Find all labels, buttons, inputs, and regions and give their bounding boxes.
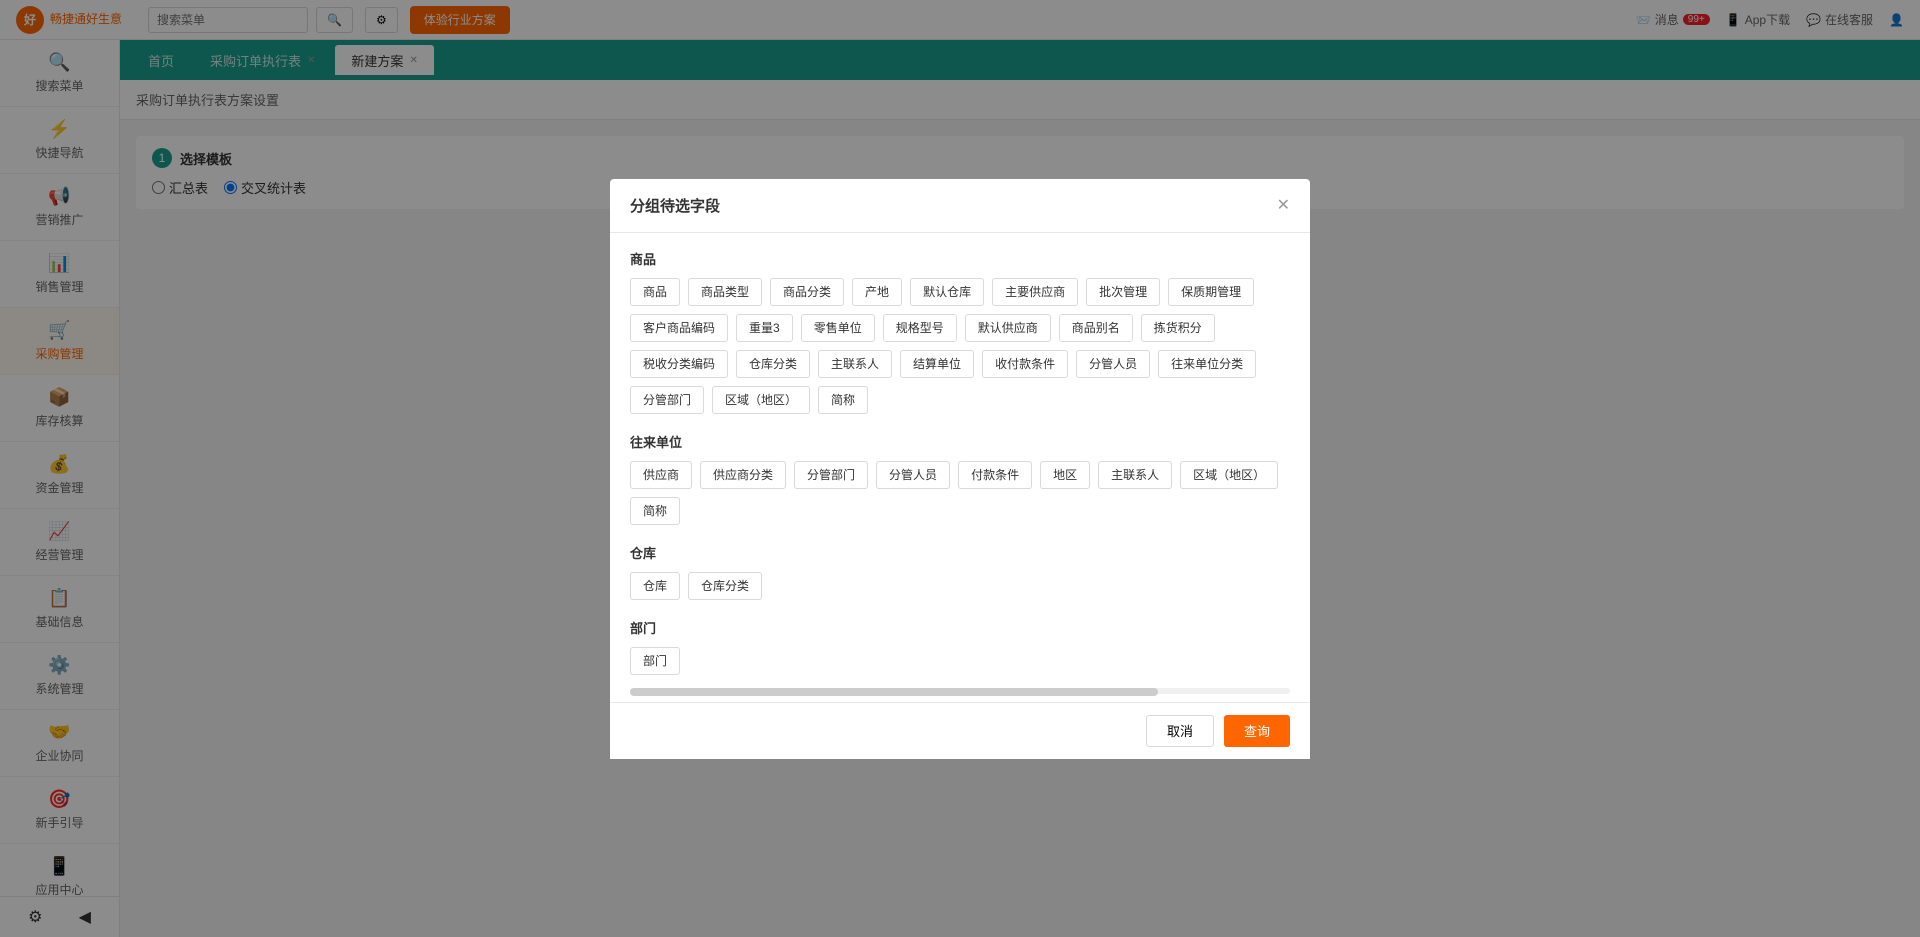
modal-footer: 取消 查询 [610, 702, 1310, 759]
section-dept-title: 部门 [630, 618, 1290, 637]
section-party: 往来单位 供应商 供应商分类 分管部门 分管人员 付款条件 地区 主联系人 区域… [630, 432, 1290, 525]
field-tag-goods-alias[interactable]: 商品别名 [1059, 314, 1133, 342]
field-tag-goods-category[interactable]: 商品分类 [770, 278, 844, 306]
goods-field-tags: 商品 商品类型 商品分类 产地 默认仓库 主要供应商 批次管理 保质期管理 客户… [630, 278, 1290, 414]
field-tag-payment-cond[interactable]: 付款条件 [958, 461, 1032, 489]
field-tag-area[interactable]: 地区 [1040, 461, 1090, 489]
field-tag-short-name[interactable]: 简称 [818, 386, 868, 414]
field-tag-dept[interactable]: 分管部门 [630, 386, 704, 414]
field-tag-supplier-category[interactable]: 供应商分类 [700, 461, 786, 489]
field-tag-origin[interactable]: 产地 [852, 278, 902, 306]
field-tag-tax-code[interactable]: 税收分类编码 [630, 350, 728, 378]
field-tag-warehouse[interactable]: 仓库 [630, 572, 680, 600]
field-tag-goods[interactable]: 商品 [630, 278, 680, 306]
field-tag-region2[interactable]: 区域（地区） [1180, 461, 1278, 489]
warehouse-field-tags: 仓库 仓库分类 [630, 572, 1290, 600]
field-tag-default-warehouse[interactable]: 默认仓库 [910, 278, 984, 306]
field-tag-supplier[interactable]: 供应商 [630, 461, 692, 489]
field-tag-short2[interactable]: 简称 [630, 497, 680, 525]
field-tag-payment-terms[interactable]: 收付款条件 [982, 350, 1068, 378]
field-tag-goods-type[interactable]: 商品类型 [688, 278, 762, 306]
field-tag-region[interactable]: 区域（地区） [712, 386, 810, 414]
modal-header: 分组待选字段 ✕ [610, 179, 1310, 233]
modal-overlay: 分组待选字段 ✕ 商品 商品 商品类型 商品分类 产地 默认仓库 主要供应商 批… [0, 0, 1920, 937]
section-party-title: 往来单位 [630, 432, 1290, 451]
field-tag-retail-unit[interactable]: 零售单位 [801, 314, 875, 342]
section-warehouse-title: 仓库 [630, 543, 1290, 562]
field-tag-batch[interactable]: 批次管理 [1086, 278, 1160, 306]
field-tag-default-supplier[interactable]: 默认供应商 [965, 314, 1051, 342]
cancel-button[interactable]: 取消 [1146, 715, 1214, 747]
field-tag-dept2[interactable]: 分管部门 [794, 461, 868, 489]
field-tag-manager2[interactable]: 分管人员 [876, 461, 950, 489]
field-tag-weight[interactable]: 重量3 [736, 314, 793, 342]
field-tag-party-category[interactable]: 往来单位分类 [1158, 350, 1256, 378]
modal-body: 商品 商品 商品类型 商品分类 产地 默认仓库 主要供应商 批次管理 保质期管理… [610, 233, 1310, 689]
section-goods: 商品 商品 商品类型 商品分类 产地 默认仓库 主要供应商 批次管理 保质期管理… [630, 249, 1290, 414]
dept-field-tags: 部门 [630, 647, 1290, 675]
confirm-button[interactable]: 查询 [1224, 715, 1290, 747]
section-goods-title: 商品 [630, 249, 1290, 268]
modal-hscroll-thumb [630, 688, 1158, 696]
field-tag-spec-model[interactable]: 规格型号 [883, 314, 957, 342]
field-tag-department[interactable]: 部门 [630, 647, 680, 675]
modal-title: 分组待选字段 [630, 195, 720, 216]
section-dept: 部门 部门 [630, 618, 1290, 675]
modal-hscrollbar[interactable] [630, 688, 1290, 693]
modal-close-button[interactable]: ✕ [1277, 195, 1290, 215]
field-tag-customer-code[interactable]: 客户商品编码 [630, 314, 728, 342]
section-warehouse: 仓库 仓库 仓库分类 [630, 543, 1290, 600]
field-tag-pick-score[interactable]: 拣货积分 [1141, 314, 1215, 342]
field-tag-settlement-unit[interactable]: 结算单位 [900, 350, 974, 378]
field-tag-contact[interactable]: 主联系人 [1098, 461, 1172, 489]
field-tag-main-contact[interactable]: 主联系人 [818, 350, 892, 378]
party-field-tags: 供应商 供应商分类 分管部门 分管人员 付款条件 地区 主联系人 区域（地区） … [630, 461, 1290, 525]
field-tag-manager[interactable]: 分管人员 [1076, 350, 1150, 378]
field-tag-warehouse-category[interactable]: 仓库分类 [736, 350, 810, 378]
field-tag-main-supplier[interactable]: 主要供应商 [992, 278, 1078, 306]
modal: 分组待选字段 ✕ 商品 商品 商品类型 商品分类 产地 默认仓库 主要供应商 批… [610, 179, 1310, 759]
field-tag-quality[interactable]: 保质期管理 [1168, 278, 1254, 306]
field-tag-warehouse-cat[interactable]: 仓库分类 [688, 572, 762, 600]
